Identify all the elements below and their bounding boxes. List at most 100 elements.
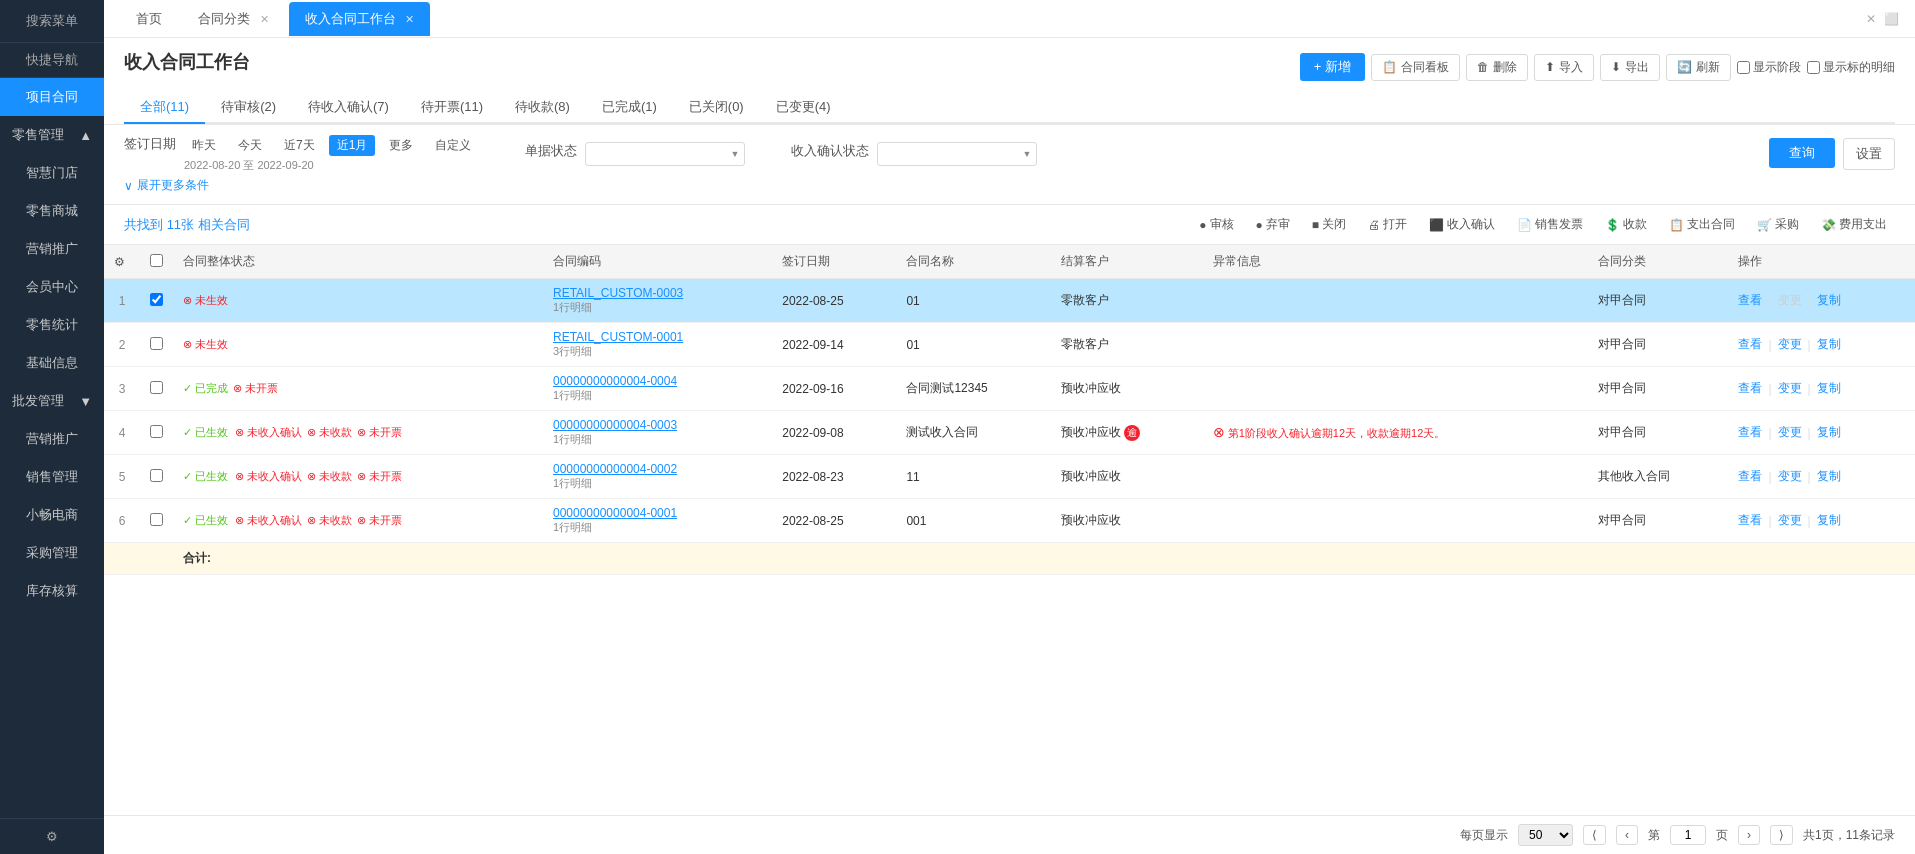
sidebar-item-wholesale[interactable]: 批发管理 ▼ <box>0 382 104 420</box>
doc-status-select[interactable] <box>585 142 745 166</box>
sidebar-item-retail[interactable]: 零售管理 ▲ <box>0 116 104 154</box>
edit-op-btn[interactable]: 变更 <box>1778 424 1802 441</box>
kanban-icon: 📋 <box>1382 60 1397 74</box>
print-button[interactable]: 🖨 打开 <box>1360 213 1415 236</box>
restore-icon[interactable]: ⬜ <box>1884 12 1899 26</box>
query-button[interactable]: 查询 <box>1769 138 1835 168</box>
edit-op-btn[interactable]: 变更 <box>1778 336 1802 353</box>
status-tab-pending-review[interactable]: 待审核(2) <box>205 92 292 124</box>
sidebar-settings[interactable]: ⚙ <box>0 818 104 854</box>
status-tab-completed[interactable]: 已完成(1) <box>586 92 673 124</box>
abandon-button[interactable]: ● 弃审 <box>1248 213 1298 236</box>
date-more[interactable]: 更多 <box>381 135 421 156</box>
close-contract-button[interactable]: ■ 关闭 <box>1304 213 1354 236</box>
sidebar-item-ecommerce[interactable]: 小畅电商 <box>0 496 104 534</box>
expand-more-conditions[interactable]: ∨ 展开更多条件 <box>124 177 1895 194</box>
copy-op-btn[interactable]: 复制 <box>1817 512 1841 529</box>
sidebar-item-retail-stats[interactable]: 零售统计 <box>0 306 104 344</box>
export-button[interactable]: ⬇ 导出 <box>1600 54 1660 81</box>
edit-op-btn[interactable]: 变更 <box>1778 468 1802 485</box>
row-checkbox[interactable] <box>150 425 163 438</box>
date-today[interactable]: 今天 <box>230 135 270 156</box>
show-fields-checkbox-label[interactable]: 显示阶段 <box>1737 59 1801 76</box>
sidebar-item-inventory[interactable]: 库存核算 <box>0 572 104 610</box>
contract-link[interactable]: 00000000000004-0003 <box>553 418 762 432</box>
sidebar-item-member[interactable]: 会员中心 <box>0 268 104 306</box>
copy-op-btn[interactable]: 复制 <box>1817 336 1841 353</box>
sidebar-item-project[interactable]: 项目合同 <box>0 78 104 116</box>
show-marks-checkbox[interactable] <box>1807 61 1820 74</box>
kanban-button[interactable]: 📋 合同看板 <box>1371 54 1460 81</box>
tab-close-contract-type[interactable]: ✕ <box>260 13 269 25</box>
sidebar-item-base-info[interactable]: 基础信息 <box>0 344 104 382</box>
delete-button[interactable]: 🗑 删除 <box>1466 54 1528 81</box>
view-op-btn[interactable]: 查看 <box>1738 292 1762 309</box>
last-page-button[interactable]: ⟩ <box>1770 825 1793 845</box>
row-checkbox[interactable] <box>150 381 163 394</box>
tab-income-workbench[interactable]: 收入合同工作台 ✕ <box>289 2 431 36</box>
collect-button[interactable]: 💲 收款 <box>1597 213 1655 236</box>
sidebar-item-marketing2[interactable]: 营销推广 <box>0 420 104 458</box>
filter-settings-button[interactable]: 设置 <box>1843 138 1895 170</box>
view-op-btn[interactable]: 查看 <box>1738 512 1762 529</box>
contract-link[interactable]: RETAIL_CUSTOM-0003 <box>553 286 762 300</box>
date-7days[interactable]: 近7天 <box>276 135 323 156</box>
tab-home[interactable]: 首页 <box>120 2 178 36</box>
first-page-button[interactable]: ⟨ <box>1583 825 1606 845</box>
row-checkbox[interactable] <box>150 337 163 350</box>
sidebar-item-smart-store[interactable]: 智慧门店 <box>0 154 104 192</box>
copy-op-btn[interactable]: 复制 <box>1817 292 1841 309</box>
date-1month[interactable]: 近1月 <box>329 135 376 156</box>
status-tab-all[interactable]: 全部(11) <box>124 92 205 124</box>
contract-link[interactable]: 00000000000004-0001 <box>553 506 762 520</box>
sales-invoice-button[interactable]: 📄 销售发票 <box>1509 213 1591 236</box>
date-custom[interactable]: 自定义 <box>427 135 479 156</box>
view-op-btn[interactable]: 查看 <box>1738 424 1762 441</box>
view-op-btn[interactable]: 查看 <box>1738 380 1762 397</box>
show-fields-checkbox[interactable] <box>1737 61 1750 74</box>
contract-link[interactable]: 00000000000004-0004 <box>553 374 762 388</box>
tab-contract-type[interactable]: 合同分类 ✕ <box>182 2 285 36</box>
status-tab-changed[interactable]: 已变更(4) <box>760 92 847 124</box>
copy-op-btn[interactable]: 复制 <box>1817 468 1841 485</box>
status-tab-pending-income[interactable]: 待收入确认(7) <box>292 92 405 124</box>
contract-link[interactable]: RETAIL_CUSTOM-0001 <box>553 330 762 344</box>
date-yesterday[interactable]: 昨天 <box>184 135 224 156</box>
row-checkbox[interactable] <box>150 513 163 526</box>
expense-button[interactable]: 💸 费用支出 <box>1813 213 1895 236</box>
import-button[interactable]: ⬆ 导入 <box>1534 54 1594 81</box>
sidebar-item-marketing[interactable]: 营销推广 <box>0 230 104 268</box>
sidebar-item-sales[interactable]: 销售管理 <box>0 458 104 496</box>
sidebar-item-purchase[interactable]: 采购管理 <box>0 534 104 572</box>
income-confirm-select[interactable] <box>877 142 1037 166</box>
view-op-btn[interactable]: 查看 <box>1738 468 1762 485</box>
status-tab-pending-invoice[interactable]: 待开票(11) <box>405 92 499 124</box>
edit-op-btn[interactable]: 变更 <box>1778 380 1802 397</box>
audit-button[interactable]: ● 审核 <box>1191 213 1241 236</box>
refresh-button[interactable]: 🔄 刷新 <box>1666 54 1731 81</box>
purchase-button[interactable]: 🛒 采购 <box>1749 213 1807 236</box>
add-button[interactable]: + 新增 <box>1300 53 1365 81</box>
prev-page-button[interactable]: ‹ <box>1616 825 1638 845</box>
status-tab-closed[interactable]: 已关闭(0) <box>673 92 760 124</box>
edit-op-btn[interactable]: 变更 <box>1778 512 1802 529</box>
show-marks-checkbox-label[interactable]: 显示标的明细 <box>1807 59 1895 76</box>
row-checkbox[interactable] <box>150 469 163 482</box>
copy-op-btn[interactable]: 复制 <box>1817 380 1841 397</box>
close-icon[interactable]: ✕ <box>1866 12 1876 26</box>
income-confirm-button[interactable]: ⬛ 收入确认 <box>1421 213 1503 236</box>
support-contract-button[interactable]: 📋 支出合同 <box>1661 213 1743 236</box>
sidebar-quick-nav[interactable]: 快捷导航 <box>0 43 104 78</box>
next-page-button[interactable]: › <box>1738 825 1760 845</box>
page-size-select[interactable]: 50 10 20 100 <box>1518 824 1573 846</box>
sidebar-item-retail-mall[interactable]: 零售商城 <box>0 192 104 230</box>
contract-link[interactable]: 00000000000004-0002 <box>553 462 762 476</box>
row-checkbox[interactable] <box>150 293 163 306</box>
sidebar-search[interactable]: 搜索菜单 <box>0 0 104 43</box>
copy-op-btn[interactable]: 复制 <box>1817 424 1841 441</box>
view-op-btn[interactable]: 查看 <box>1738 336 1762 353</box>
tab-close-income-workbench[interactable]: ✕ <box>405 13 414 25</box>
select-all-checkbox[interactable] <box>150 254 163 267</box>
page-number-input[interactable] <box>1670 825 1706 845</box>
status-tab-pending-payment[interactable]: 待收款(8) <box>499 92 586 124</box>
